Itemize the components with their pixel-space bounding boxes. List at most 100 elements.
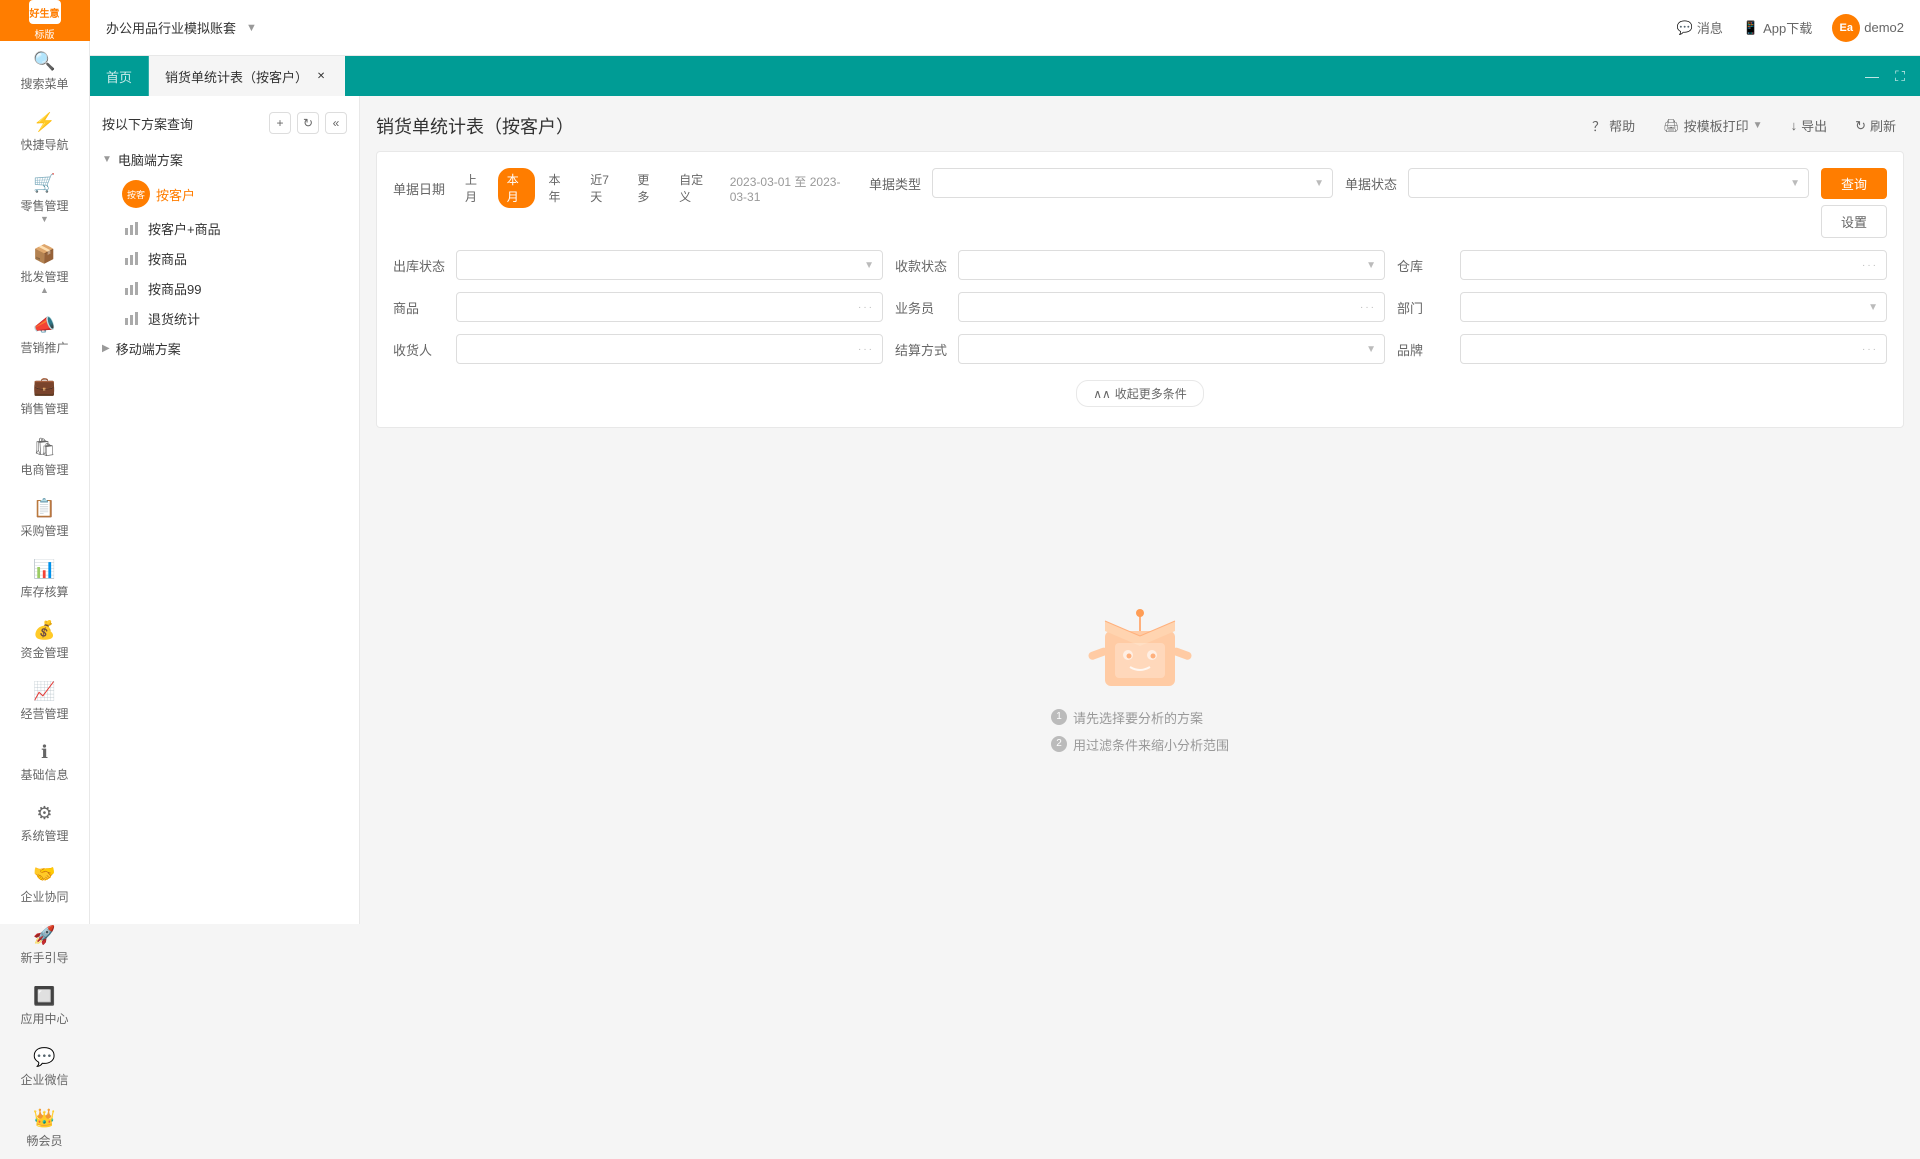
collapse-label: 收起更多条件 <box>1115 385 1187 402</box>
industry-dropdown[interactable]: ▼ <box>246 22 257 34</box>
sidebar-item-basic[interactable]: ℹ 基础信息 <box>0 732 90 793</box>
brand-label: 品牌 <box>1397 340 1452 359</box>
top-header: 办公用品行业模拟账套 ▼ 💬 消息 📱 App下载 Ea demo2 <box>90 0 1920 56</box>
dept-input[interactable]: ▼ <box>1460 292 1887 322</box>
sidebar-item-label: 经营管理 <box>20 705 68 722</box>
tree-mobile-section[interactable]: ▶ 移动端方案 <box>90 333 359 364</box>
receipt-status-label: 收款状态 <box>895 256 950 275</box>
purchase-icon: 📋 <box>33 498 55 519</box>
sidebar-item-shortcut[interactable]: ⚡ 快捷导航 <box>0 102 90 163</box>
sidebar-item-label: 搜索菜单 <box>20 75 68 92</box>
settings-button[interactable]: 设置 <box>1821 205 1887 238</box>
dept-arrow: ▼ <box>1868 302 1878 313</box>
app-download-btn[interactable]: 📱 App下载 <box>1743 18 1812 37</box>
tree-item-label-4: 按商品99 <box>148 279 201 298</box>
dept-label: 部门 <box>1397 298 1452 317</box>
sidebar-item-sales[interactable]: 💼 销售管理 <box>0 366 90 427</box>
tree-desktop-section[interactable]: ▼ 电脑端方案 <box>90 144 359 175</box>
ship-status-input[interactable]: ▼ <box>456 250 883 280</box>
tree-item-return-stat[interactable]: 退货统计 <box>106 303 359 333</box>
settlement-input[interactable]: ▼ <box>958 334 1385 364</box>
tree-item-by-goods[interactable]: 按商品 <box>106 243 359 273</box>
collapse-button[interactable]: ∧∧ 收起更多条件 <box>1076 380 1204 407</box>
sidebar-item-finance[interactable]: 💰 资金管理 <box>0 610 90 671</box>
tab-minimize-btn[interactable]: — <box>1860 64 1884 88</box>
sidebar-item-retail[interactable]: 🛒 零售管理 ▼ <box>0 163 90 234</box>
tree-item-by-goods99[interactable]: 按商品99 <box>106 273 359 303</box>
retail-icon: 🛒 <box>33 173 55 194</box>
sidebar-item-label: 营销推广 <box>20 339 68 356</box>
sidebar-item-wechat[interactable]: 💬 企业微信 <box>0 1037 90 1098</box>
date-btn-this-month[interactable]: 本月 <box>498 168 536 208</box>
sidebar-item-newguide[interactable]: 🚀 新手引导 <box>0 915 90 976</box>
receipt-status-arrow: ▼ <box>1366 260 1376 271</box>
avatar-text: Ea <box>1840 22 1853 34</box>
goods-label: 商品 <box>393 298 448 317</box>
date-btn-more[interactable]: 更多 <box>628 168 666 208</box>
goods-dots: ··· <box>858 302 874 313</box>
goods-input[interactable]: ··· <box>456 292 883 322</box>
sidebar-item-marketing[interactable]: 📣 营销推广 <box>0 305 90 366</box>
sidebar-item-label: 电商管理 <box>20 461 68 478</box>
sidebar-item-vip[interactable]: 👑 畅会员 <box>0 1098 90 1159</box>
receipt-status-input[interactable]: ▼ <box>958 250 1385 280</box>
user-info[interactable]: Ea demo2 <box>1832 14 1904 42</box>
tab-sales-stat-label: 销货单统计表（按客户） <box>165 67 308 86</box>
sidebar-item-search[interactable]: 🔍 搜索菜单 <box>0 41 90 102</box>
empty-step-2: 2 用过滤条件来缩小分析范围 <box>1051 734 1229 757</box>
sidebar-item-system[interactable]: ⚙ 系统管理 <box>0 793 90 854</box>
warehouse-input[interactable]: ··· <box>1460 250 1887 280</box>
doc-type-label: 单据类型 <box>869 174 924 193</box>
date-filter-label: 单据日期 <box>393 179 448 198</box>
empty-state: 1 请先选择要分析的方案 2 用过滤条件来缩小分析范围 <box>376 440 1904 908</box>
app-download-label: App下载 <box>1763 18 1812 37</box>
inventory-icon: 📊 <box>33 559 55 580</box>
doc-type-input[interactable]: ▼ <box>932 168 1333 198</box>
date-btn-last7[interactable]: 近7天 <box>581 168 624 208</box>
export-btn[interactable]: ↓ 导出 <box>1783 112 1836 139</box>
wechat-icon: 💬 <box>33 1047 55 1068</box>
filter-row-3: 商品 ··· 业务员 ··· 部门 <box>393 292 1887 322</box>
tab-home[interactable]: 首页 <box>90 56 149 96</box>
message-label: 消息 <box>1697 18 1723 37</box>
date-filter-item: 单据日期 上月 本月 本年 近7天 更多 自定义 2023-03-01 至 20… <box>393 168 857 208</box>
refresh-btn[interactable]: ↻ 刷新 <box>1847 112 1904 139</box>
scheme-collapse-btn[interactable]: « <box>325 112 347 134</box>
user-avatar: Ea <box>1832 14 1860 42</box>
hint2-text: 用过滤条件来缩小分析范围 <box>1073 734 1229 757</box>
scheme-panel-title: 按以下方案查询 <box>102 114 193 133</box>
date-buttons: 上月 本月 本年 近7天 更多 自定义 <box>456 168 718 208</box>
sidebar-item-apps[interactable]: 🔲 应用中心 <box>0 976 90 1037</box>
receiver-input[interactable]: ··· <box>456 334 883 364</box>
salesperson-input[interactable]: ··· <box>958 292 1385 322</box>
tab-sales-stat[interactable]: 销货单统计表（按客户） ✕ <box>149 56 345 96</box>
doc-type-filter: 单据类型 ▼ <box>869 168 1333 198</box>
help-btn[interactable]: ？ 帮助 <box>1584 112 1643 139</box>
sidebar-item-inventory[interactable]: 📊 库存核算 <box>0 549 90 610</box>
sidebar-item-purchase[interactable]: 📋 采购管理 <box>0 488 90 549</box>
message-btn[interactable]: 💬 消息 <box>1677 18 1723 37</box>
warehouse-label: 仓库 <box>1397 256 1452 275</box>
date-btn-custom[interactable]: 自定义 <box>670 168 718 208</box>
ship-status-filter: 出库状态 ▼ <box>393 250 883 280</box>
tree-item-by-customer[interactable]: 按客 按客户 <box>106 175 359 213</box>
date-btn-this-year[interactable]: 本年 <box>539 168 577 208</box>
tab-close-icon[interactable]: ✕ <box>314 69 328 83</box>
tree-item-by-customer-goods[interactable]: 按客户+商品 <box>106 213 359 243</box>
sidebar-item-operations[interactable]: 📈 经营管理 <box>0 671 90 732</box>
sidebar-item-ecommerce[interactable]: 🛍 电商管理 <box>0 427 90 488</box>
sidebar-item-enterprise[interactable]: 🤝 企业协同 <box>0 854 90 915</box>
header-right: 💬 消息 📱 App下载 Ea demo2 <box>1677 14 1904 42</box>
date-btn-last-month[interactable]: 上月 <box>456 168 494 208</box>
search-button[interactable]: 查询 <box>1821 168 1887 199</box>
template-print-btn[interactable]: 🖨 按模板打印 ▼ <box>1655 112 1770 139</box>
sidebar-item-label: 销售管理 <box>20 400 68 417</box>
tree-item-label-5: 退货统计 <box>148 309 200 328</box>
brand-dots: ··· <box>1862 344 1878 355</box>
brand-input[interactable]: ··· <box>1460 334 1887 364</box>
doc-status-input[interactable]: ▼ <box>1408 168 1809 198</box>
tab-maximize-btn[interactable]: ⛶ <box>1888 64 1912 88</box>
sidebar-item-wholesale[interactable]: 📦 批发管理 ▲ <box>0 234 90 305</box>
scheme-refresh-btn[interactable]: ↻ <box>297 112 319 134</box>
scheme-add-btn[interactable]: + <box>269 112 291 134</box>
